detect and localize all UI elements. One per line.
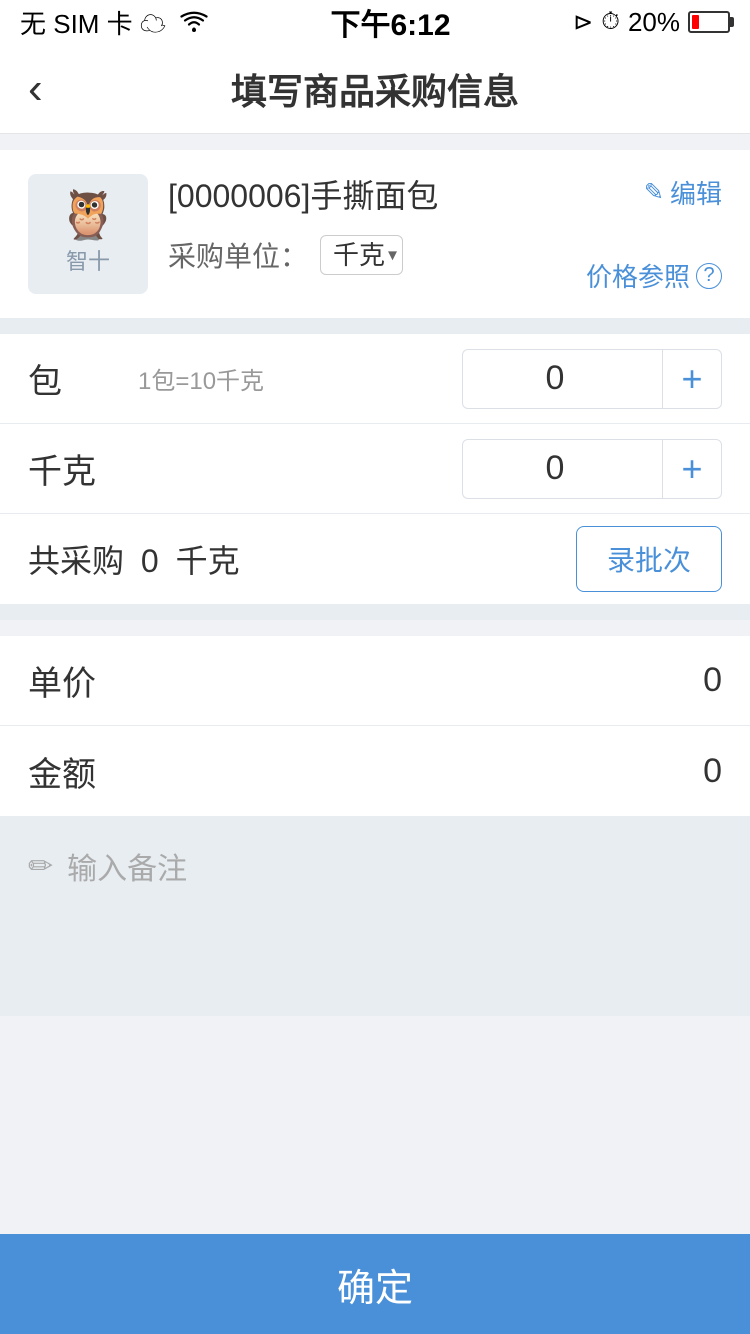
record-batch-button[interactable]: 录批次 <box>576 526 722 592</box>
bag-quantity-input[interactable] <box>462 349 662 409</box>
nav-bar: ‹ 填写商品采购信息 <box>0 44 750 134</box>
unit-price-row: 单价 0 <box>0 636 750 726</box>
bottom-padding <box>0 1016 750 1126</box>
battery-fill <box>692 15 699 29</box>
brand-text: 智十 <box>58 244 118 276</box>
bag-plus-button[interactable]: + <box>662 349 722 409</box>
amount-label: 金额 <box>28 747 96 796</box>
summary-amount: 0 <box>141 543 159 579</box>
section-divider-2 <box>0 604 750 620</box>
kg-input-row: 千克 + <box>0 424 750 514</box>
product-name: [0000006]手撕面包 <box>168 174 722 219</box>
unit-price-value: 0 <box>703 661 722 700</box>
edit-button[interactable]: ✎ 编辑 <box>644 174 722 211</box>
status-right: ⊳ ⏱ 20% <box>573 7 730 38</box>
bag-label: 包 <box>28 354 128 403</box>
bag-input-row: 包 1包=10千克 + <box>0 334 750 424</box>
summary-prefix: 共采购 <box>28 543 124 579</box>
product-thumbnail: 🦉 智十 <box>28 174 148 294</box>
unit-price-label: 单价 <box>28 656 96 705</box>
unit-select[interactable]: 千克 包 <box>320 235 403 275</box>
amount-value: 0 <box>703 752 722 791</box>
unit-select-wrapper[interactable]: 千克 包 <box>320 235 403 275</box>
location-icon: ⊳ <box>573 8 593 37</box>
price-ref-icon: ? <box>696 263 722 289</box>
battery-icon <box>688 11 730 33</box>
alarm-icon: ⏱ <box>601 8 620 36</box>
section-divider-1 <box>0 318 750 334</box>
kg-quantity-input[interactable] <box>462 439 662 499</box>
sim-label: 无 SIM 卡 ☁ <box>20 4 166 41</box>
confirm-button[interactable]: 确定 <box>0 1234 750 1334</box>
page-title: 填写商品采购信息 <box>231 63 519 115</box>
kg-plus-button[interactable]: + <box>662 439 722 499</box>
summary-text: 共采购 0 千克 <box>28 536 240 582</box>
amount-row: 金额 0 <box>0 726 750 816</box>
owl-icon: 🦉 <box>58 192 118 240</box>
wifi-icon <box>180 11 208 33</box>
product-card: 🦉 智十 [0000006]手撕面包 采购单位： 千克 包 ✎ 编辑 价格参照 … <box>0 150 750 318</box>
back-button[interactable]: ‹ <box>28 64 43 114</box>
status-bar: 无 SIM 卡 ☁ 下午6:12 ⊳ ⏱ 20% <box>0 0 750 44</box>
input-section: 包 1包=10千克 + 千克 + 共采购 0 千克 录批次 <box>0 334 750 604</box>
edit-icon: ✎ <box>644 178 664 207</box>
note-section: ✏ 输入备注 <box>0 816 750 1016</box>
status-left: 无 SIM 卡 ☁ <box>20 4 208 41</box>
battery-percent: 20% <box>628 7 680 38</box>
kg-label: 千克 <box>28 444 128 493</box>
pencil-icon: ✏ <box>28 849 53 884</box>
price-section: 单价 0 金额 0 <box>0 636 750 816</box>
unit-label: 采购单位： <box>168 235 308 275</box>
note-input-row[interactable]: ✏ 输入备注 <box>28 844 722 888</box>
edit-label: 编辑 <box>670 174 722 211</box>
price-ref-button[interactable]: 价格参照 ? <box>586 257 722 294</box>
note-placeholder[interactable]: 输入备注 <box>67 844 187 888</box>
summary-row: 共采购 0 千克 录批次 <box>0 514 750 604</box>
price-ref-label: 价格参照 <box>586 257 690 294</box>
bag-input-wrapper: + <box>462 349 722 409</box>
status-time: 下午6:12 <box>330 0 450 44</box>
kg-input-wrapper: + <box>462 439 722 499</box>
summary-unit: 千克 <box>176 543 240 579</box>
bag-sublabel: 1包=10千克 <box>138 361 264 396</box>
